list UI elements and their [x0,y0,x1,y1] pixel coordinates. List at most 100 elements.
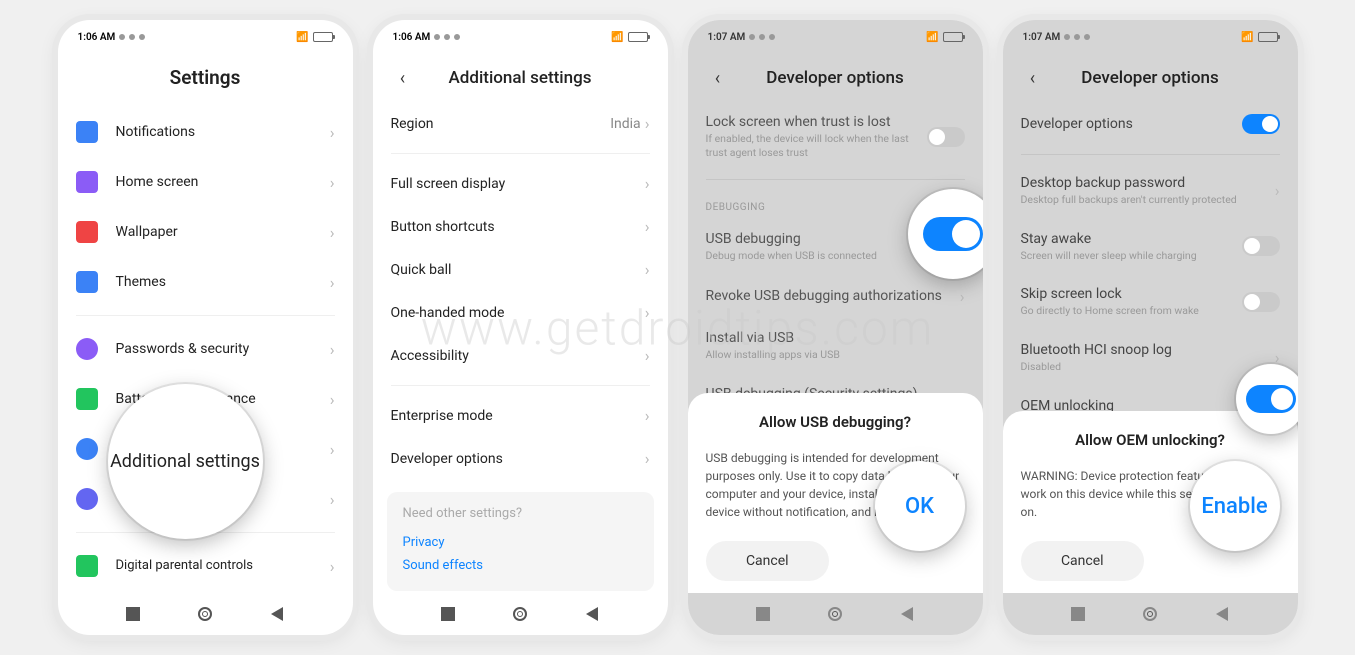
nav-bar [373,593,668,635]
chevron-right-icon: › [330,557,335,576]
page-title: Additional settings [415,68,626,88]
settings-item-home[interactable]: Home screen› [58,157,353,207]
chevron-right-icon: › [330,173,335,192]
chevron-right-icon: › [645,449,650,468]
quickball-item[interactable]: Quick ball› [373,248,668,291]
digital-icon [76,555,98,577]
back-button[interactable]: ‹ [1021,66,1045,90]
page-title: Developer options [1045,68,1256,88]
status-bar: 1:07 AM 📶 [1003,20,1298,54]
region-item[interactable]: RegionIndia› [373,102,668,145]
signal-icon: 📶 [296,32,308,43]
status-bar: 1:06 AM 📶 [373,20,668,54]
header: ‹ Developer options [1003,54,1298,102]
nav-bar [688,593,983,635]
settings-item-special[interactable]: Special features› [58,591,353,593]
chevron-right-icon: › [330,340,335,359]
battery-perf-icon [76,388,98,410]
nav-bar [1003,593,1298,635]
back-button[interactable] [584,606,600,622]
footer-box: Need other settings? Privacy Sound effec… [387,492,654,591]
time: 1:06 AM [393,32,431,43]
usb-toggle-magnified [923,217,983,251]
chevron-right-icon: › [645,260,650,279]
highlight-magnifier: Additional settings [108,384,263,539]
chevron-right-icon: › [330,273,335,292]
home-icon [76,171,98,193]
header: ‹ Additional settings [373,54,668,102]
back-button[interactable] [1214,606,1230,622]
cancel-button[interactable]: Cancel [1021,541,1145,581]
modal-title: Allow USB debugging? [706,413,965,431]
settings-item-notifications[interactable]: Notifications› [58,107,353,157]
chevron-right-icon: › [330,490,335,509]
battery-icon [1258,32,1278,42]
security-icon [76,338,98,360]
chevron-right-icon: › [645,217,650,236]
skip-lock-item[interactable]: Skip screen lockGo directly to Home scre… [1003,274,1298,330]
lockscreen-item[interactable]: Lock screen when trust is lostIf enabled… [688,102,983,171]
header: ‹ Developer options [688,54,983,102]
cancel-button[interactable]: Cancel [706,541,830,581]
chevron-right-icon: › [645,346,650,365]
settings-item-wallpaper[interactable]: Wallpaper› [58,207,353,257]
time: 1:06 AM [78,32,116,43]
back-button[interactable] [269,606,285,622]
signal-icon: 📶 [1241,32,1253,43]
chevron-right-icon: › [1275,181,1280,200]
home-button[interactable] [512,606,528,622]
buttons-item[interactable]: Button shortcuts› [373,205,668,248]
nav-bar [58,593,353,635]
recents-button[interactable] [1070,606,1086,622]
phone-3: 1:07 AM 📶 ‹ Developer options Lock scree… [688,20,983,635]
notifications-icon [76,121,98,143]
chevron-right-icon: › [330,390,335,409]
lock-toggle[interactable] [927,127,965,147]
accessibility-item[interactable]: Accessibility› [373,334,668,377]
chevron-right-icon: › [960,287,965,306]
oem-toggle-magnified [1246,385,1296,413]
onehanded-item[interactable]: One-handed mode› [373,291,668,334]
revoke-item[interactable]: Revoke USB debugging authorizations› [688,275,983,318]
phone-4: 1:07 AM 📶 ‹ Developer options Developer … [1003,20,1298,635]
home-button[interactable] [197,606,213,622]
recents-button[interactable] [755,606,771,622]
install-usb-item[interactable]: Install via USBAllow installing apps via… [688,318,983,374]
status-bar: 1:07 AM 📶 [688,20,983,54]
footer-hint: Need other settings? [403,506,638,521]
awake-toggle[interactable] [1242,236,1280,256]
developer-item[interactable]: Developer options› [373,437,668,480]
home-button[interactable] [827,606,843,622]
battery-icon [313,32,333,42]
phone-1: 1:06 AM 📶 Settings Notifications› Home s… [58,20,353,635]
page-title: Developer options [730,68,941,88]
dev-toggle[interactable] [1242,114,1280,134]
chevron-right-icon: › [645,174,650,193]
phone-2: 1:06 AM 📶 ‹ Additional settings RegionIn… [373,20,668,635]
backup-item[interactable]: Desktop backup passwordDesktop full back… [1003,163,1298,219]
wallpaper-icon [76,221,98,243]
enterprise-item[interactable]: Enterprise mode› [373,394,668,437]
back-button[interactable]: ‹ [706,66,730,90]
chevron-right-icon: › [330,440,335,459]
chevron-right-icon: › [645,406,650,425]
modal-title: Allow OEM unlocking? [1021,431,1280,449]
settings-item-security[interactable]: Passwords & security› [58,324,353,374]
chevron-right-icon: › [645,303,650,322]
fullscreen-item[interactable]: Full screen display› [373,162,668,205]
recents-button[interactable] [125,606,141,622]
back-button[interactable] [899,606,915,622]
dev-options-item[interactable]: Developer options [1003,102,1298,146]
home-button[interactable] [1142,606,1158,622]
recents-button[interactable] [440,606,456,622]
additional-icon [76,488,98,510]
back-button[interactable]: ‹ [391,66,415,90]
stay-awake-item[interactable]: Stay awakeScreen will never sleep while … [1003,219,1298,275]
privacy-link[interactable]: Privacy [403,531,638,554]
settings-item-digital[interactable]: Digital parental controls› [58,541,353,591]
sound-link[interactable]: Sound effects [403,554,638,577]
status-bar: 1:06 AM 📶 [58,20,353,54]
settings-item-themes[interactable]: Themes› [58,257,353,307]
time: 1:07 AM [1023,32,1061,43]
skip-toggle[interactable] [1242,292,1280,312]
